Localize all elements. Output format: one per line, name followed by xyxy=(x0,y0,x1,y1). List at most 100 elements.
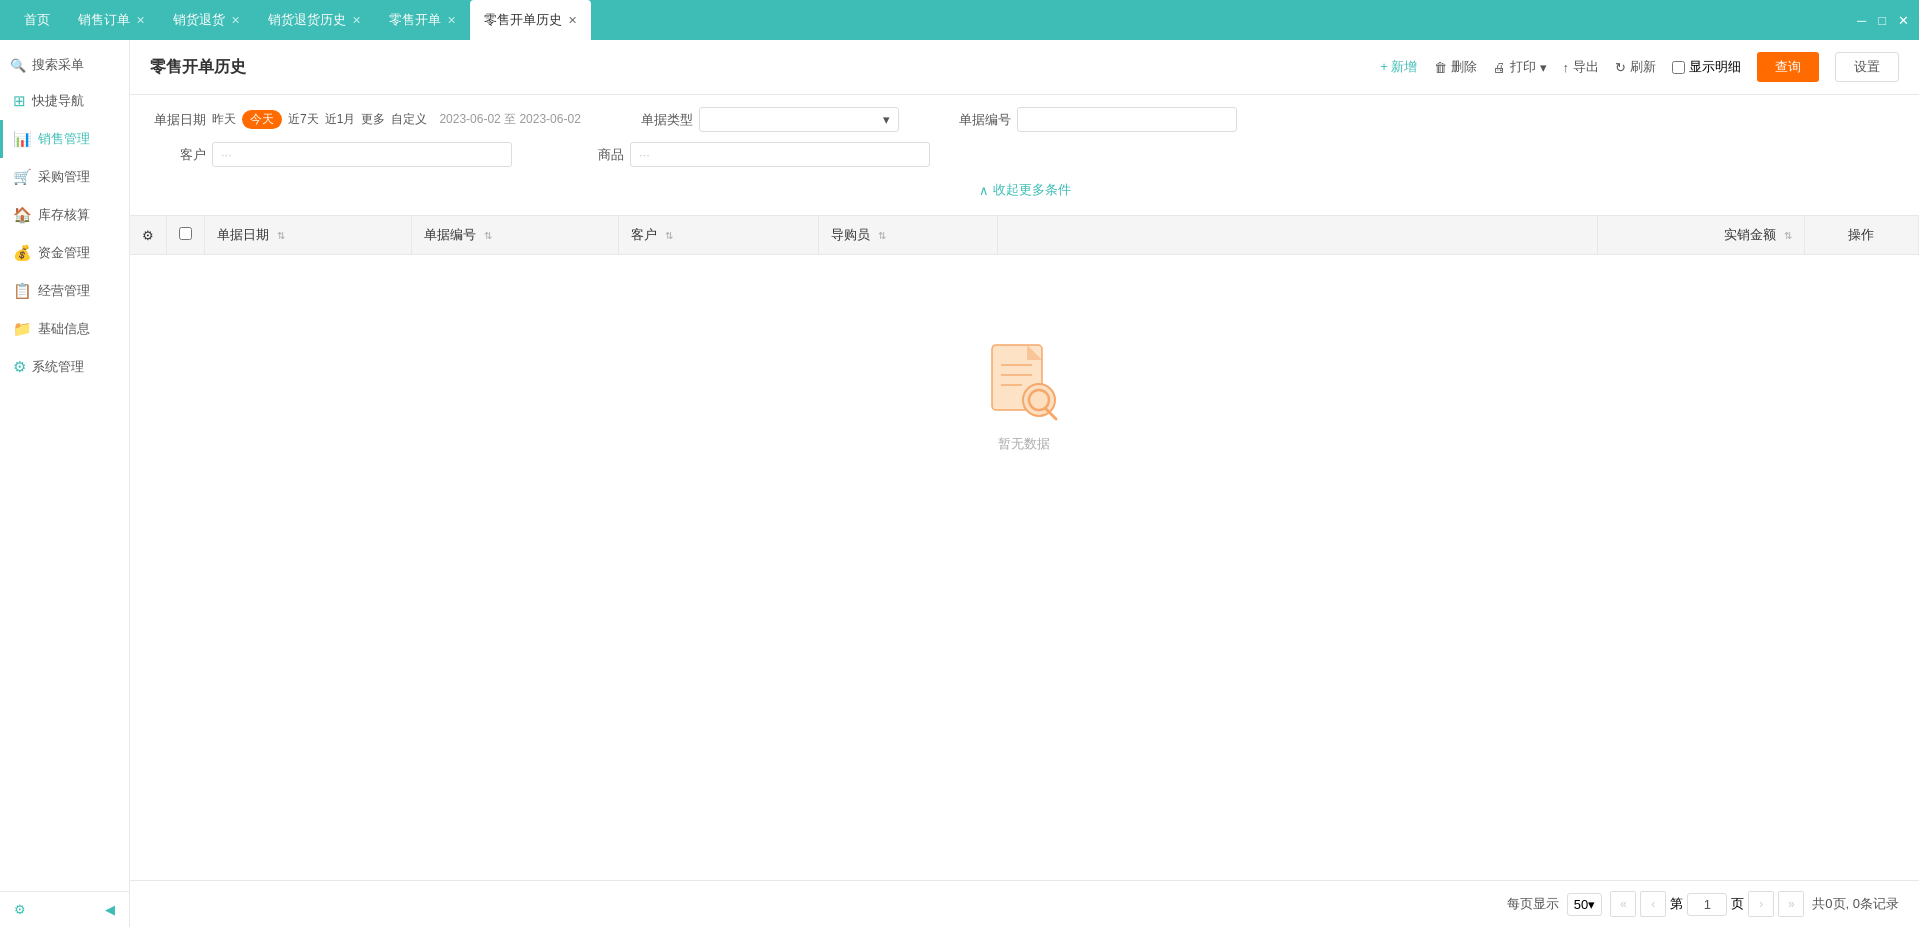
doc-no-input[interactable] xyxy=(1017,107,1237,132)
basic-info-icon: 📁 xyxy=(13,320,32,338)
col-spacer xyxy=(997,216,1597,255)
last-page-button[interactable]: » xyxy=(1778,891,1804,917)
display-detail-checkbox[interactable]: 显示明细 xyxy=(1672,58,1741,76)
close-tab-icon[interactable]: ✕ xyxy=(568,14,577,27)
customer-select[interactable]: ··· xyxy=(212,142,512,167)
empty-state: 暂无数据 xyxy=(130,255,1919,533)
col-date: 单据日期 ⇅ xyxy=(205,216,412,255)
col-docno: 单据编号 ⇅ xyxy=(412,216,619,255)
close-tab-icon[interactable]: ✕ xyxy=(447,14,456,27)
refresh-button[interactable]: ↻ 刷新 xyxy=(1615,58,1656,76)
date-custom[interactable]: 自定义 xyxy=(391,111,427,128)
sidebar-search[interactable]: 🔍 搜索采单 xyxy=(0,48,129,82)
setting-button[interactable]: 设置 xyxy=(1835,52,1899,82)
delete-icon: 🗑 xyxy=(1434,60,1447,75)
table-wrapper: ⚙ 单据日期 ⇅ 单据编号 ⇅ xyxy=(130,216,1919,880)
sidebar-item-purchase-mgmt[interactable]: 🛒 采购管理 xyxy=(0,158,129,196)
sidebar-item-inventory[interactable]: 🏠 库存核算 xyxy=(0,196,129,234)
print-button[interactable]: 🖨 打印 ▾ xyxy=(1493,58,1547,76)
sidebar-item-operations[interactable]: 📋 经营管理 xyxy=(0,272,129,310)
date-1month[interactable]: 近1月 xyxy=(325,111,356,128)
gear-icon[interactable]: ⚙ xyxy=(142,228,154,243)
pagination-bar: 每页显示 50 ▾ « ‹ 第 页 › » 共0页, 0条记录 xyxy=(130,880,1919,927)
sidebar-item-finance[interactable]: 💰 资金管理 xyxy=(0,234,129,272)
date-range: 2023-06-02 至 2023-06-02 xyxy=(439,111,580,128)
col-action: 操作 xyxy=(1804,216,1918,255)
add-button[interactable]: + 新增 xyxy=(1380,58,1417,76)
sidebar-item-basic-info[interactable]: 📁 基础信息 xyxy=(0,310,129,348)
empty-text: 暂无数据 xyxy=(998,435,1050,453)
main-layout: 🔍 搜索采单 ⊞ 快捷导航 📊 销售管理 🛒 采购管理 🏠 库存核算 💰 资金管… xyxy=(0,40,1919,927)
collapse-icon[interactable]: ◀ xyxy=(105,902,115,917)
export-icon: ↑ xyxy=(1563,60,1570,75)
date-shortcuts: 昨天 今天 近7天 近1月 更多 自定义 xyxy=(212,110,427,129)
display-detail-input[interactable] xyxy=(1672,61,1685,74)
sort-icon[interactable]: ⇅ xyxy=(665,230,673,241)
close-tab-icon[interactable]: ✕ xyxy=(136,14,145,27)
select-all-checkbox[interactable] xyxy=(179,227,192,240)
page-actions: + 新增 🗑 删除 🖨 打印 ▾ ↑ 导出 ↻ 刷新 xyxy=(1380,52,1899,82)
doc-no-filter: 单据编号 xyxy=(955,107,1237,132)
close-tab-icon[interactable]: ✕ xyxy=(352,14,361,27)
table-header-row: ⚙ 单据日期 ⇅ 单据编号 ⇅ xyxy=(130,216,1919,255)
sort-icon[interactable]: ⇅ xyxy=(484,230,492,241)
first-page-button[interactable]: « xyxy=(1610,891,1636,917)
page-size-dropdown-icon: ▾ xyxy=(1588,897,1595,912)
date-7days[interactable]: 近7天 xyxy=(288,111,319,128)
window-maximize[interactable]: □ xyxy=(1878,13,1886,28)
col-amount: 实销金额 ⇅ xyxy=(1597,216,1804,255)
inventory-icon: 🏠 xyxy=(13,206,32,224)
col-gear[interactable]: ⚙ xyxy=(130,216,167,255)
sidebar-item-system[interactable]: ⚙ 系统管理 xyxy=(0,348,129,386)
operations-icon: 📋 xyxy=(13,282,32,300)
collapse-icon: ∧ xyxy=(979,183,989,198)
tab-sales-order[interactable]: 销售订单 ✕ xyxy=(64,0,159,40)
col-customer: 客户 ⇅ xyxy=(619,216,819,255)
refresh-icon: ↻ xyxy=(1615,60,1626,75)
sidebar-bottom: ⚙ ◀ xyxy=(0,891,129,927)
goods-select[interactable]: ··· xyxy=(630,142,930,167)
sort-icon[interactable]: ⇅ xyxy=(277,230,285,241)
page-size-select[interactable]: 50 ▾ xyxy=(1567,893,1602,916)
export-button[interactable]: ↑ 导出 xyxy=(1563,58,1600,76)
delete-button[interactable]: 🗑 删除 xyxy=(1434,58,1477,76)
col-guide: 导购员 ⇅ xyxy=(819,216,997,255)
content-area: 零售开单历史 + 新增 🗑 删除 🖨 打印 ▾ ↑ 导出 xyxy=(130,40,1919,927)
empty-state-icon xyxy=(974,335,1074,435)
finance-icon: 💰 xyxy=(13,244,32,262)
tab-sales-return[interactable]: 销货退货 ✕ xyxy=(159,0,254,40)
doc-type-select[interactable]: ▾ xyxy=(699,107,899,132)
empty-state-row: 暂无数据 xyxy=(130,255,1919,534)
page-navigation: « ‹ 第 页 › » xyxy=(1610,891,1804,917)
tab-home[interactable]: 首页 xyxy=(10,0,64,40)
purchase-icon: 🛒 xyxy=(13,168,32,186)
sidebar-item-sales-mgmt[interactable]: 📊 销售管理 xyxy=(0,120,129,158)
tab-sales-return-history[interactable]: 销货退货历史 ✕ xyxy=(254,0,375,40)
query-button[interactable]: 查询 xyxy=(1757,52,1819,82)
close-tab-icon[interactable]: ✕ xyxy=(231,14,240,27)
filter-row-1: 单据日期 昨天 今天 近7天 近1月 更多 自定义 2023-06-02 至 2… xyxy=(150,107,1899,132)
col-checkbox[interactable] xyxy=(167,216,205,255)
print-icon: 🖨 xyxy=(1493,60,1506,75)
sales-icon: 📊 xyxy=(13,130,32,148)
window-minimize[interactable]: ─ xyxy=(1857,13,1866,28)
sort-icon[interactable]: ⇅ xyxy=(878,230,886,241)
system-icon: ⚙ xyxy=(13,358,26,376)
prev-page-button[interactable]: ‹ xyxy=(1640,891,1666,917)
date-yesterday[interactable]: 昨天 xyxy=(212,111,236,128)
search-icon: 🔍 xyxy=(10,58,26,73)
next-page-button[interactable]: › xyxy=(1748,891,1774,917)
settings-icon[interactable]: ⚙ xyxy=(14,902,26,917)
sort-icon[interactable]: ⇅ xyxy=(1784,230,1792,241)
date-more[interactable]: 更多 xyxy=(361,111,385,128)
date-today[interactable]: 今天 xyxy=(242,110,282,129)
sidebar-item-quick-nav[interactable]: ⊞ 快捷导航 xyxy=(0,82,129,120)
tab-retail-open[interactable]: 零售开单 ✕ xyxy=(375,0,470,40)
goods-filter: 商品 ··· xyxy=(568,142,930,167)
page-number-input[interactable] xyxy=(1687,893,1727,916)
more-conditions-toggle[interactable]: ∧ 收起更多条件 xyxy=(150,177,1899,203)
window-close[interactable]: ✕ xyxy=(1898,13,1909,28)
tab-retail-history[interactable]: 零售开单历史 ✕ xyxy=(470,0,591,40)
filter-row-2: 客户 ··· 商品 ··· xyxy=(150,142,1899,167)
total-info: 共0页, 0条记录 xyxy=(1812,895,1899,913)
